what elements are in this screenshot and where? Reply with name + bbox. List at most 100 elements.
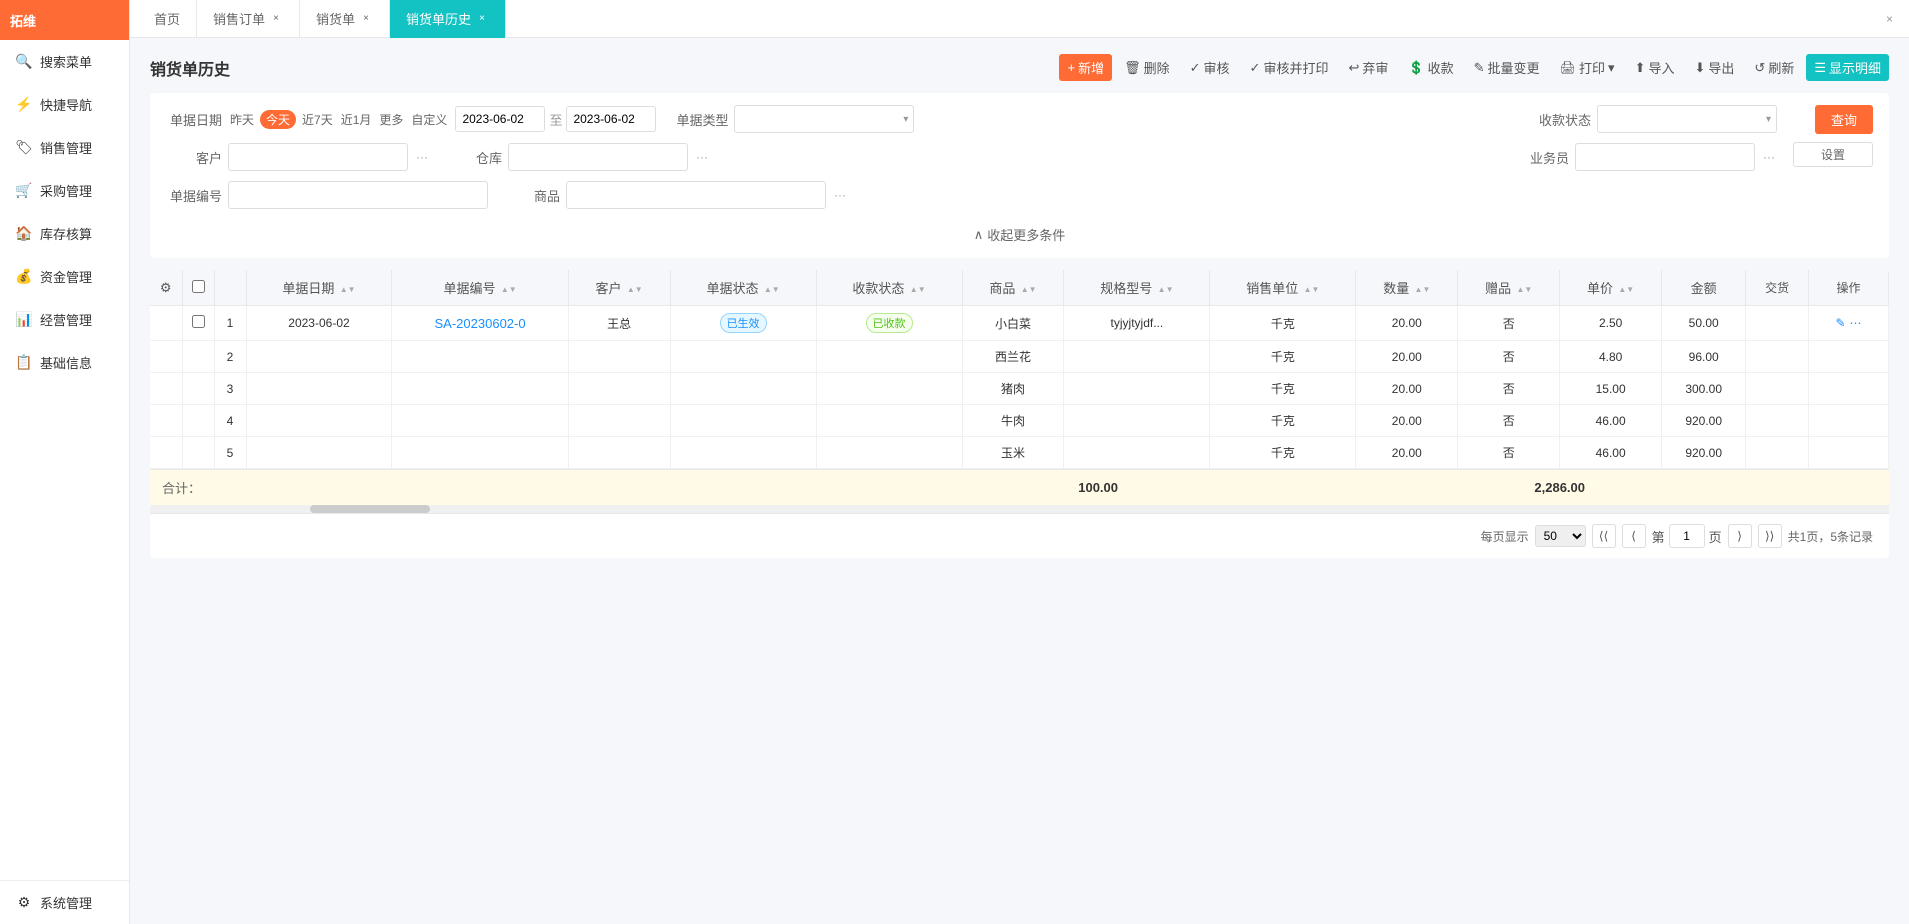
col-unit[interactable]: 销售单位 ▲▼ <box>1210 270 1356 306</box>
cell-amount: 300.00 <box>1662 373 1746 405</box>
agent-input[interactable] <box>1575 143 1755 171</box>
sort-qty-icon: ▲▼ <box>1415 285 1431 294</box>
shortcut-today[interactable]: 今天 <box>260 110 296 129</box>
filter-row-2: 客户 ··· 仓库 ··· 业务员 ··· <box>166 143 1777 171</box>
col-doc-no[interactable]: 单据编号 ▲▼ <box>392 270 568 306</box>
cell-action <box>1809 341 1889 373</box>
tab-home[interactable]: 首页 <box>138 0 197 38</box>
col-gift[interactable]: 赠品 ▲▼ <box>1458 270 1560 306</box>
per-page-select[interactable]: 50 100 200 <box>1535 525 1586 547</box>
delete-button[interactable]: 🗑 删除 <box>1116 54 1178 81</box>
warehouse-input[interactable] <box>508 143 688 171</box>
prev-page-btn[interactable]: ⟨ <box>1622 524 1646 548</box>
new-button[interactable]: + 新增 <box>1059 54 1112 81</box>
tab-sales-history[interactable]: 销货单历史 × <box>390 0 506 38</box>
cell-trade <box>1746 373 1809 405</box>
export-button[interactable]: ⬇ 导出 <box>1686 54 1742 81</box>
sidebar-item-quick-nav[interactable]: ⚡ 快捷导航 <box>0 83 129 126</box>
docno-input[interactable] <box>228 181 488 209</box>
shortcut-custom[interactable]: 自定义 <box>409 111 449 128</box>
col-qty[interactable]: 数量 ▲▼ <box>1356 270 1458 306</box>
col-goods[interactable]: 商品 ▲▼ <box>962 270 1064 306</box>
col-doc-status[interactable]: 单据状态 ▲▼ <box>670 270 816 306</box>
select-all-checkbox[interactable] <box>192 280 205 293</box>
col-spec[interactable]: 规格型号 ▲▼ <box>1064 270 1210 306</box>
goods-input[interactable] <box>566 181 826 209</box>
sidebar-item-system-mgmt[interactable]: ⚙ 系统管理 <box>0 881 129 924</box>
show-detail-button[interactable]: ☰ 显示明细 <box>1806 54 1889 81</box>
more-btn[interactable]: ⋯ <box>1850 316 1862 330</box>
col-price[interactable]: 单价 ▲▼ <box>1560 270 1662 306</box>
tab-close-sales-goods[interactable]: × <box>359 12 373 26</box>
type-select-wrapper: ▾ <box>734 105 914 133</box>
cell-row-num: 4 <box>214 405 246 437</box>
col-customer[interactable]: 客户 ▲▼ <box>568 270 670 306</box>
horizontal-scrollbar[interactable] <box>150 505 1889 513</box>
goods-ellipsis[interactable]: ··· <box>832 188 848 202</box>
cell-amount: 50.00 <box>1662 306 1746 341</box>
agent-ellipsis[interactable]: ··· <box>1761 150 1777 164</box>
batch-change-button[interactable]: ✎ 批量变更 <box>1466 54 1548 81</box>
edit-btn[interactable]: ✎ <box>1835 316 1845 330</box>
customer-input[interactable] <box>228 143 408 171</box>
shortcut-1month[interactable]: 近1月 <box>339 111 374 128</box>
collapse-filter[interactable]: ∧ 收起更多条件 <box>166 219 1873 246</box>
cell-action <box>1809 437 1889 469</box>
import-button[interactable]: ⬆ 导入 <box>1627 54 1683 81</box>
shortcut-more[interactable]: 更多 <box>377 111 405 128</box>
show-detail-icon: ☰ <box>1814 60 1826 76</box>
doc-no-link[interactable]: SA-20230602-0 <box>435 316 526 331</box>
sidebar-item-purchase-mgmt[interactable]: 🛒 采购管理 <box>0 169 129 212</box>
status-select[interactable] <box>1597 105 1777 133</box>
summary-cells: 100.00 2,286.00 <box>230 480 1889 495</box>
customer-ellipsis[interactable]: ··· <box>414 150 430 164</box>
print-button[interactable]: 🖨 打印 ▾ <box>1552 54 1623 81</box>
tab-sales-goods[interactable]: 销货单 × <box>300 0 390 38</box>
audit-button[interactable]: ✓ 审核 <box>1182 54 1238 81</box>
refresh-button[interactable]: ↺ 刷新 <box>1746 54 1802 81</box>
col-pay-status[interactable]: 收款状态 ▲▼ <box>816 270 962 306</box>
audit-print-button[interactable]: ✓ 审核并打印 <box>1242 54 1337 81</box>
sidebar-item-ops-mgmt[interactable]: 📊 经营管理 <box>0 298 129 341</box>
sidebar-item-search-menu[interactable]: 🔍 搜索菜单 <box>0 40 129 83</box>
date-from-input[interactable] <box>455 106 545 132</box>
col-doc-date[interactable]: 单据日期 ▲▼ <box>246 270 392 306</box>
type-select[interactable] <box>734 105 914 133</box>
last-page-btn[interactable]: ⟩⟩ <box>1758 524 1782 548</box>
page-input-area: 第 页 <box>1652 524 1722 548</box>
collect-button[interactable]: 💲 收款 <box>1400 54 1461 81</box>
next-page-btn[interactable]: ⟩ <box>1728 524 1752 548</box>
sidebar-item-sales-mgmt[interactable]: 🏷 销售管理 <box>0 126 129 169</box>
query-button[interactable]: 查询 <box>1815 105 1873 134</box>
shortcut-yesterday[interactable]: 昨天 <box>228 111 256 128</box>
warehouse-label: 仓库 <box>446 148 502 167</box>
col-action: 操作 <box>1809 270 1889 306</box>
cell-amount: 96.00 <box>1662 341 1746 373</box>
row-checkbox[interactable] <box>192 315 205 328</box>
settings-button[interactable]: 设置 <box>1793 142 1873 167</box>
sidebar-item-inventory[interactable]: 🏠 库存核算 <box>0 212 129 255</box>
date-to-input[interactable] <box>566 106 656 132</box>
scroll-thumb[interactable] <box>310 505 430 513</box>
tab-close-sales-order[interactable]: × <box>269 12 283 26</box>
warehouse-ellipsis[interactable]: ··· <box>694 150 710 164</box>
close-all-tabs[interactable]: × <box>1878 8 1901 30</box>
export-icon: ⬇ <box>1694 60 1705 76</box>
abandon-button[interactable]: ↩ 弃审 <box>1340 54 1396 81</box>
col-trade: 交货 <box>1746 270 1809 306</box>
page-number-input[interactable] <box>1669 524 1705 548</box>
toolbar: + 新增 🗑 删除 ✓ 审核 ✓ 审核并打印 ↩ 弃审 <box>1059 54 1889 81</box>
sidebar-item-basic-info[interactable]: 📋 基础信息 <box>0 341 129 384</box>
col-amount[interactable]: 金额 <box>1662 270 1746 306</box>
tab-close-sales-history[interactable]: × <box>475 12 489 26</box>
first-page-btn[interactable]: ⟨⟨ <box>1592 524 1616 548</box>
shortcut-7days[interactable]: 近7天 <box>300 111 335 128</box>
status-label: 收款状态 <box>1535 110 1591 129</box>
doc-status-badge: 已生效 <box>720 313 767 333</box>
batch-change-icon: ✎ <box>1474 60 1485 76</box>
page-title: 销货单历史 <box>150 56 230 80</box>
tab-sales-order[interactable]: 销售订单 × <box>197 0 300 38</box>
date-range: 至 <box>455 106 656 132</box>
col-settings[interactable]: ⚙ <box>150 270 182 306</box>
sidebar-item-finance[interactable]: 💰 资金管理 <box>0 255 129 298</box>
